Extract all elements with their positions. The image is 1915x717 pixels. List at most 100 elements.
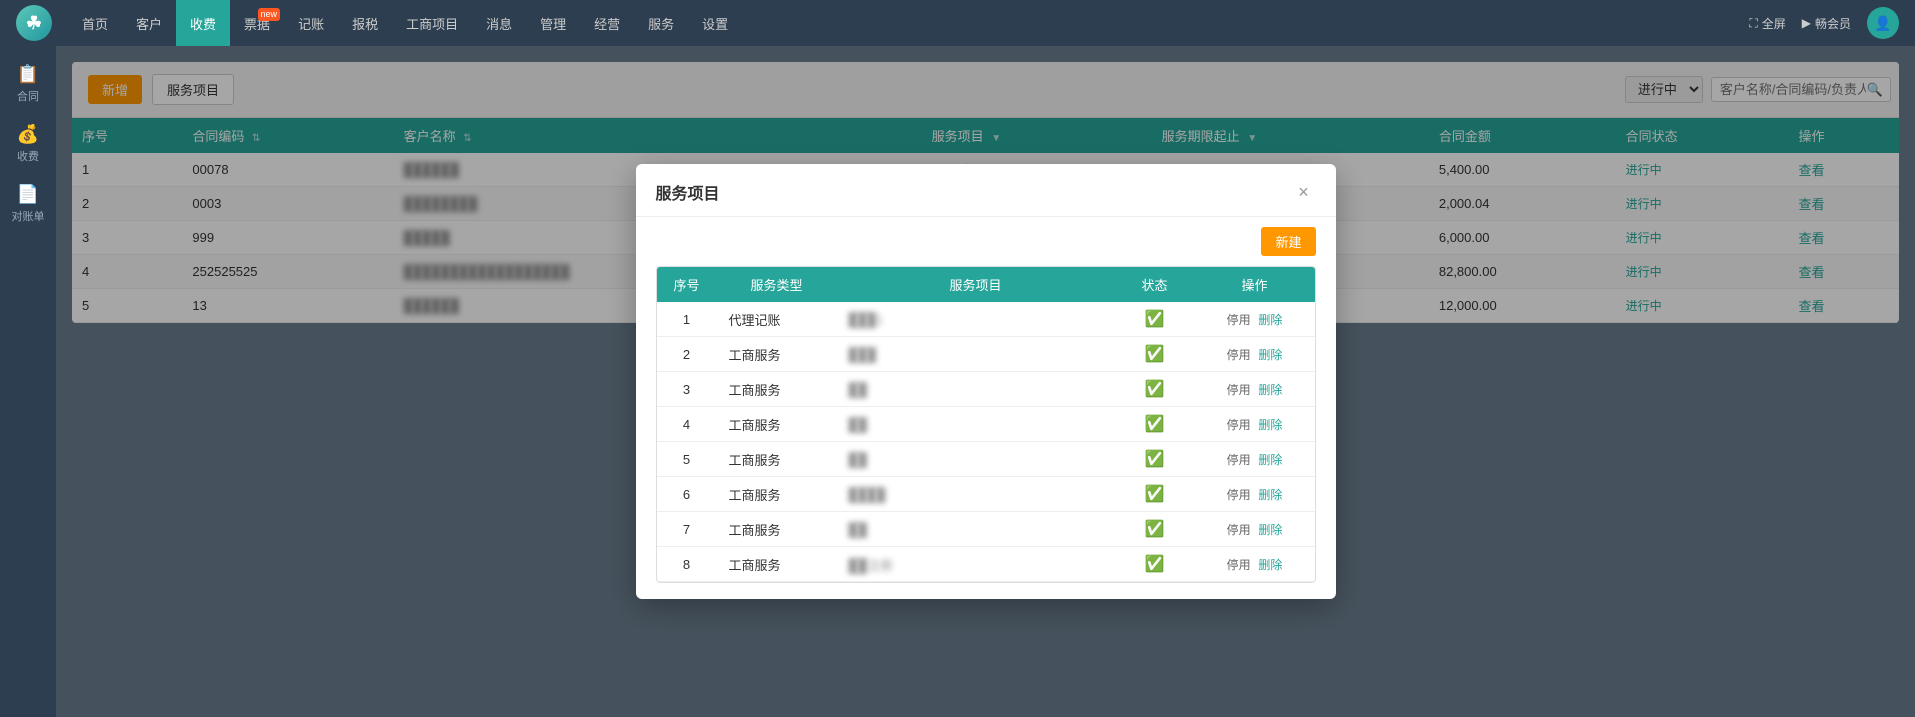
new-service-button[interactable]: 新建	[1261, 227, 1315, 256]
nav-settings[interactable]: 设置	[688, 0, 742, 46]
nav-customer[interactable]: 客户	[122, 0, 176, 46]
nav-bill[interactable]: 票据 new	[230, 0, 284, 46]
stop-button[interactable]: 停用	[1227, 346, 1251, 363]
delete-button[interactable]: 删除	[1258, 521, 1282, 538]
modal-cell-action[interactable]: 停用 删除	[1195, 547, 1315, 582]
modal-cell-action[interactable]: 停用 删除	[1195, 302, 1315, 337]
statement-icon: 📄	[17, 184, 39, 205]
modal-col-item: 服务项目	[837, 267, 1115, 302]
delete-button[interactable]: 删除	[1258, 451, 1282, 468]
delete-button[interactable]: 删除	[1258, 556, 1282, 573]
delete-button[interactable]: 删除	[1258, 311, 1282, 328]
stop-button[interactable]: 停用	[1227, 451, 1251, 468]
logo[interactable]: ☘	[16, 5, 52, 41]
sidebar-item-contract[interactable]: 📋 合同	[0, 56, 56, 112]
stop-button[interactable]: 停用	[1227, 416, 1251, 433]
nav-right: ⛶ 全屏 ▶ 畅会员 👤	[1749, 7, 1899, 39]
list-item: 7 工商服务 ██ ✅ 停用 删除	[657, 512, 1315, 547]
service-table-wrap: 序号 服务类型 服务项目 状态 操作 1 代理记账 ███1 ✅ 停用 删除 2…	[656, 266, 1316, 583]
nav-commerce[interactable]: 工商项目	[392, 0, 472, 46]
modal-cell-status: ✅	[1115, 407, 1195, 442]
stop-button[interactable]: 停用	[1227, 521, 1251, 538]
fee-icon: 💰	[17, 124, 39, 145]
modal-cell-type: 工商服务	[717, 442, 837, 477]
modal-overlay: 服务项目 × 新建 序号 服务类型 服务项目 状态 操作	[56, 46, 1915, 717]
modal-cell-action[interactable]: 停用 删除	[1195, 477, 1315, 512]
nav-badge-new: new	[258, 8, 281, 21]
modal-col-action: 操作	[1195, 267, 1315, 302]
modal-cell-status: ✅	[1115, 302, 1195, 337]
sidebar-item-fee[interactable]: 💰 收费	[0, 116, 56, 172]
avatar[interactable]: 👤	[1867, 7, 1899, 39]
modal-cell-action[interactable]: 停用 删除	[1195, 372, 1315, 407]
modal-cell-status: ✅	[1115, 442, 1195, 477]
modal-cell-no: 6	[657, 477, 717, 512]
list-item: 8 工商服务 ██注册 ✅ 停用 删除	[657, 547, 1315, 582]
delete-button[interactable]: 删除	[1258, 486, 1282, 503]
modal-cell-item: ███	[837, 337, 1115, 372]
modal-cell-item: ██	[837, 442, 1115, 477]
fullscreen-button[interactable]: ⛶ 全屏	[1749, 15, 1785, 32]
delete-button[interactable]: 删除	[1258, 346, 1282, 363]
modal-cell-action[interactable]: 停用 删除	[1195, 512, 1315, 547]
service-table-header: 序号 服务类型 服务项目 状态 操作	[657, 267, 1315, 302]
nav-home[interactable]: 首页	[68, 0, 122, 46]
modal-cell-type: 工商服务	[717, 407, 837, 442]
modal-cell-no: 3	[657, 372, 717, 407]
left-sidebar: 📋 合同 💰 收费 📄 对账单	[0, 46, 56, 717]
stop-button[interactable]: 停用	[1227, 311, 1251, 328]
modal-cell-type: 工商服务	[717, 547, 837, 582]
modal-cell-item: ██	[837, 372, 1115, 407]
nav-fee[interactable]: 收费	[176, 0, 230, 46]
modal-header: 服务项目 ×	[636, 164, 1336, 217]
stop-button[interactable]: 停用	[1227, 486, 1251, 503]
modal-col-status: 状态	[1115, 267, 1195, 302]
modal-cell-no: 7	[657, 512, 717, 547]
service-modal: 服务项目 × 新建 序号 服务类型 服务项目 状态 操作	[636, 164, 1336, 599]
modal-cell-item: ██	[837, 407, 1115, 442]
logo-icon: ☘	[16, 5, 52, 41]
nav-operation[interactable]: 经营	[580, 0, 634, 46]
stop-button[interactable]: 停用	[1227, 381, 1251, 398]
delete-button[interactable]: 删除	[1258, 381, 1282, 398]
nav-service[interactable]: 服务	[634, 0, 688, 46]
modal-toolbar: 新建	[636, 217, 1336, 266]
contract-icon: 📋	[17, 64, 39, 85]
modal-cell-type: 工商服务	[717, 337, 837, 372]
modal-body: 序号 服务类型 服务项目 状态 操作 1 代理记账 ███1 ✅ 停用 删除 2…	[636, 266, 1336, 599]
modal-cell-no: 4	[657, 407, 717, 442]
modal-cell-status: ✅	[1115, 372, 1195, 407]
nav-message[interactable]: 消息	[472, 0, 526, 46]
modal-cell-type: 工商服务	[717, 372, 837, 407]
delete-button[interactable]: 删除	[1258, 416, 1282, 433]
modal-cell-type: 工商服务	[717, 512, 837, 547]
modal-cell-item: ███1	[837, 302, 1115, 337]
modal-cell-no: 5	[657, 442, 717, 477]
nav-manage[interactable]: 管理	[526, 0, 580, 46]
modal-cell-no: 1	[657, 302, 717, 337]
list-item: 3 工商服务 ██ ✅ 停用 删除	[657, 372, 1315, 407]
list-item: 5 工商服务 ██ ✅ 停用 删除	[657, 442, 1315, 477]
member-button[interactable]: ▶ 畅会员	[1802, 15, 1851, 32]
list-item: 2 工商服务 ███ ✅ 停用 删除	[657, 337, 1315, 372]
service-table: 序号 服务类型 服务项目 状态 操作 1 代理记账 ███1 ✅ 停用 删除 2…	[657, 267, 1315, 582]
sidebar-item-statement[interactable]: 📄 对账单	[0, 176, 56, 232]
nav-bookkeeping[interactable]: 记账	[284, 0, 338, 46]
modal-cell-type: 代理记账	[717, 302, 837, 337]
stop-button[interactable]: 停用	[1227, 556, 1251, 573]
modal-cell-action[interactable]: 停用 删除	[1195, 337, 1315, 372]
modal-cell-no: 2	[657, 337, 717, 372]
modal-cell-action[interactable]: 停用 删除	[1195, 407, 1315, 442]
modal-cell-status: ✅	[1115, 512, 1195, 547]
modal-cell-action[interactable]: 停用 删除	[1195, 442, 1315, 477]
list-item: 1 代理记账 ███1 ✅ 停用 删除	[657, 302, 1315, 337]
list-item: 6 工商服务 ████ ✅ 停用 删除	[657, 477, 1315, 512]
modal-close-button[interactable]: ×	[1292, 180, 1316, 204]
nav-tax[interactable]: 报税	[338, 0, 392, 46]
list-item: 4 工商服务 ██ ✅ 停用 删除	[657, 407, 1315, 442]
modal-cell-status: ✅	[1115, 477, 1195, 512]
modal-col-type: 服务类型	[717, 267, 837, 302]
modal-cell-item: ██注册	[837, 547, 1115, 582]
top-nav: ☘ 首页 客户 收费 票据 new 记账 报税 工商项目 消息 管理 经营 服务…	[0, 0, 1915, 46]
service-table-body: 1 代理记账 ███1 ✅ 停用 删除 2 工商服务 ███ ✅ 停用 删除 3…	[657, 302, 1315, 582]
